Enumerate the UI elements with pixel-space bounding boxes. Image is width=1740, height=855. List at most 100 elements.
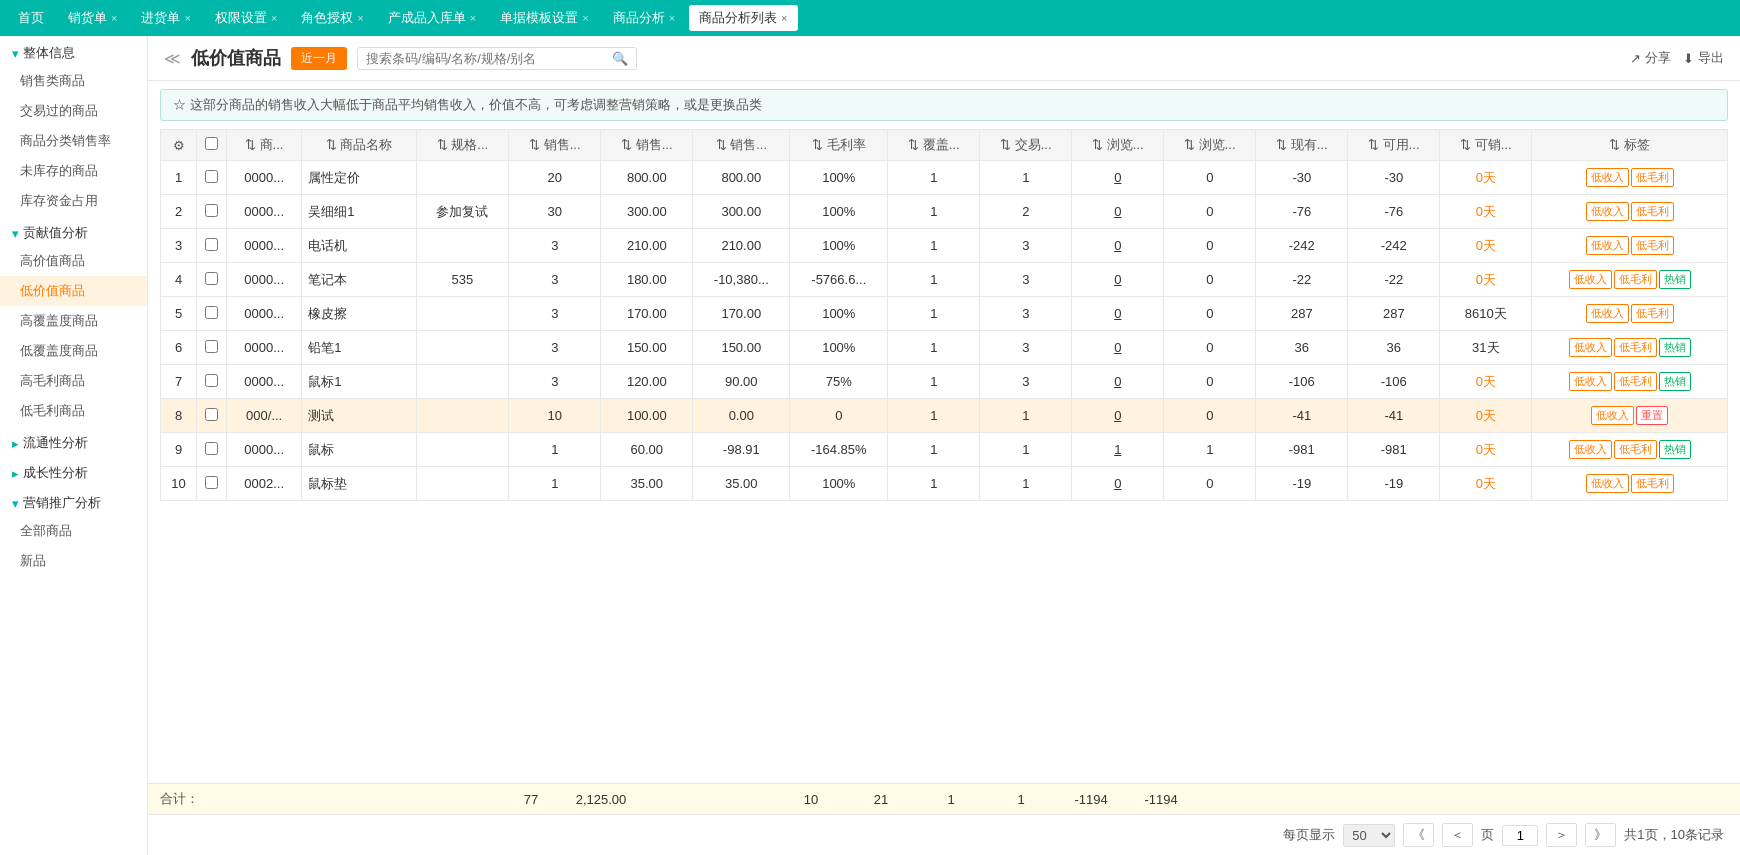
col-settings[interactable]: ⚙ bbox=[161, 130, 197, 161]
row-checkbox[interactable] bbox=[205, 340, 218, 353]
row-checkbox[interactable] bbox=[205, 476, 218, 489]
sort-code-icon[interactable]: ⇅ bbox=[245, 137, 256, 152]
nav-home[interactable]: 首页 bbox=[8, 5, 54, 31]
sort-spec-icon[interactable]: ⇅ bbox=[437, 137, 448, 152]
sort-browse2-icon[interactable]: ⇅ bbox=[1184, 137, 1195, 152]
per-page-select[interactable]: 50 100 200 bbox=[1343, 824, 1395, 847]
pagination-prev-btn[interactable]: ＜ bbox=[1442, 823, 1473, 847]
top-nav: 首页 销货单 × 进货单 × 权限设置 × 角色授权 × 产成品入库单 × 单据… bbox=[0, 0, 1740, 36]
row-checkbox[interactable] bbox=[205, 170, 218, 183]
sidebar-item-low-coverage[interactable]: 低覆盖度商品 bbox=[0, 336, 147, 366]
nav-close-permission[interactable]: × bbox=[271, 12, 277, 24]
pagination-next-btn[interactable]: ＞ bbox=[1546, 823, 1577, 847]
sidebar-item-new-goods[interactable]: 新品 bbox=[0, 546, 147, 576]
nav-product-analysis[interactable]: 商品分析 × bbox=[603, 5, 685, 31]
row-checkbox[interactable] bbox=[205, 238, 218, 251]
col-sales-amt: ⇅ 销售... bbox=[601, 130, 693, 161]
data-table: ⚙ ⇅ 商... ⇅ 商品名称 ⇅ 规格... ⇅ 销售... ⇅ 销售... … bbox=[160, 129, 1728, 501]
export-btn[interactable]: ⬇ 导出 bbox=[1683, 49, 1724, 67]
browse1-link[interactable]: 0 bbox=[1114, 204, 1121, 219]
browse1-link[interactable]: 0 bbox=[1114, 238, 1121, 253]
nav-purchase-order[interactable]: 进货单 × bbox=[131, 5, 200, 31]
search-input[interactable] bbox=[366, 51, 606, 66]
sidebar-item-category-rate[interactable]: 商品分类销售率 bbox=[0, 126, 147, 156]
nav-close-template[interactable]: × bbox=[582, 12, 588, 24]
nav-close-analysis[interactable]: × bbox=[669, 12, 675, 24]
sidebar-item-low-margin[interactable]: 低毛利商品 bbox=[0, 396, 147, 426]
row-checkbox[interactable] bbox=[205, 306, 218, 319]
sidebar-item-high-coverage[interactable]: 高覆盖度商品 bbox=[0, 306, 147, 336]
nav-template-settings[interactable]: 单据模板设置 × bbox=[490, 5, 598, 31]
sort-browse1-icon[interactable]: ⇅ bbox=[1092, 137, 1103, 152]
nav-sales-order[interactable]: 销货单 × bbox=[58, 5, 127, 31]
select-all-checkbox[interactable] bbox=[205, 137, 218, 150]
collapse-sidebar-btn[interactable]: ≪ bbox=[164, 49, 181, 68]
sort-available-icon[interactable]: ⇅ bbox=[1368, 137, 1379, 152]
sidebar-item-traded-goods[interactable]: 交易过的商品 bbox=[0, 96, 147, 126]
tag-热销: 热销 bbox=[1659, 372, 1691, 391]
sidebar-group-liquidity[interactable]: ▸ 流通性分析 bbox=[0, 426, 147, 456]
filter-recent-month-btn[interactable]: 近一月 bbox=[291, 47, 347, 70]
browse1-link[interactable]: 0 bbox=[1114, 306, 1121, 321]
sort-current-icon[interactable]: ⇅ bbox=[1276, 137, 1287, 152]
nav-close-analysis-list[interactable]: × bbox=[781, 12, 787, 24]
browse1-link[interactable]: 0 bbox=[1114, 408, 1121, 423]
sort-name-icon[interactable]: ⇅ bbox=[326, 137, 337, 152]
cell-code: 0000... bbox=[227, 433, 302, 467]
tag-低毛利: 低毛利 bbox=[1631, 304, 1674, 323]
sidebar-item-low-value[interactable]: 低价值商品 bbox=[0, 276, 147, 306]
sort-tags-icon[interactable]: ⇅ bbox=[1609, 137, 1620, 152]
nav-close-role[interactable]: × bbox=[357, 12, 363, 24]
sidebar-group-overview[interactable]: ▾ 整体信息 bbox=[0, 36, 147, 66]
share-btn[interactable]: ↗ 分享 bbox=[1630, 49, 1671, 67]
cell-spec bbox=[416, 331, 509, 365]
browse1-link[interactable]: 0 bbox=[1114, 170, 1121, 185]
sort-coverage-icon[interactable]: ⇅ bbox=[908, 137, 919, 152]
nav-permission-settings[interactable]: 权限设置 × bbox=[205, 5, 287, 31]
cell-name: 鼠标 bbox=[302, 433, 416, 467]
nav-close-purchase[interactable]: × bbox=[184, 12, 190, 24]
pagination-last-btn[interactable]: 》 bbox=[1585, 823, 1616, 847]
sidebar-item-all-goods[interactable]: 全部商品 bbox=[0, 516, 147, 546]
browse1-link[interactable]: 0 bbox=[1114, 476, 1121, 491]
sidebar-item-high-value[interactable]: 高价值商品 bbox=[0, 246, 147, 276]
pagination-first-btn[interactable]: 《 bbox=[1403, 823, 1434, 847]
browse1-link[interactable]: 0 bbox=[1114, 374, 1121, 389]
sidebar-group-marketing[interactable]: ▾ 营销推广分析 bbox=[0, 486, 147, 516]
sidebar-item-sales-goods[interactable]: 销售类商品 bbox=[0, 66, 147, 96]
sort-amt-icon[interactable]: ⇅ bbox=[621, 137, 632, 152]
sort-margin-icon[interactable]: ⇅ bbox=[812, 137, 823, 152]
row-checkbox[interactable] bbox=[205, 204, 218, 217]
cell-trade: 1 bbox=[980, 467, 1072, 501]
nav-product-storage[interactable]: 产成品入库单 × bbox=[378, 5, 486, 31]
cell-current: -106 bbox=[1256, 365, 1348, 399]
table-row: 6 0000... 铅笔1 3 150.00 150.00 100% 1 3 0… bbox=[161, 331, 1728, 365]
sort-saleable-icon[interactable]: ⇅ bbox=[1460, 137, 1471, 152]
nav-role-auth[interactable]: 角色授权 × bbox=[291, 5, 373, 31]
sidebar-item-high-margin[interactable]: 高毛利商品 bbox=[0, 366, 147, 396]
nav-close-sales[interactable]: × bbox=[111, 12, 117, 24]
browse1-link[interactable]: 0 bbox=[1114, 272, 1121, 287]
search-icon[interactable]: 🔍 bbox=[612, 51, 628, 66]
cell-margin: 100% bbox=[790, 331, 888, 365]
sidebar-group-contribution[interactable]: ▾ 贡献值分析 bbox=[0, 216, 147, 246]
row-checkbox[interactable] bbox=[205, 442, 218, 455]
sort-qty-icon[interactable]: ⇅ bbox=[529, 137, 540, 152]
chevron-right-icon2: ▸ bbox=[12, 466, 19, 481]
sort-profit-icon[interactable]: ⇅ bbox=[716, 137, 727, 152]
nav-close-product[interactable]: × bbox=[470, 12, 476, 24]
nav-product-analysis-list[interactable]: 商品分析列表 × bbox=[689, 5, 797, 31]
pagination-page-input[interactable] bbox=[1502, 825, 1538, 846]
browse1-link[interactable]: 0 bbox=[1114, 340, 1121, 355]
browse1-link[interactable]: 1 bbox=[1114, 442, 1121, 457]
cell-coverage: 1 bbox=[888, 229, 980, 263]
row-checkbox[interactable] bbox=[205, 408, 218, 421]
tag-低收入: 低收入 bbox=[1569, 440, 1612, 459]
row-checkbox[interactable] bbox=[205, 272, 218, 285]
row-checkbox[interactable] bbox=[205, 374, 218, 387]
sort-trade-icon[interactable]: ⇅ bbox=[1000, 137, 1011, 152]
sidebar-group-growth[interactable]: ▸ 成长性分析 bbox=[0, 456, 147, 486]
sidebar-item-no-stock[interactable]: 未库存的商品 bbox=[0, 156, 147, 186]
sidebar-item-stock-capital[interactable]: 库存资金占用 bbox=[0, 186, 147, 216]
footer-available: -1194 bbox=[1126, 792, 1196, 807]
